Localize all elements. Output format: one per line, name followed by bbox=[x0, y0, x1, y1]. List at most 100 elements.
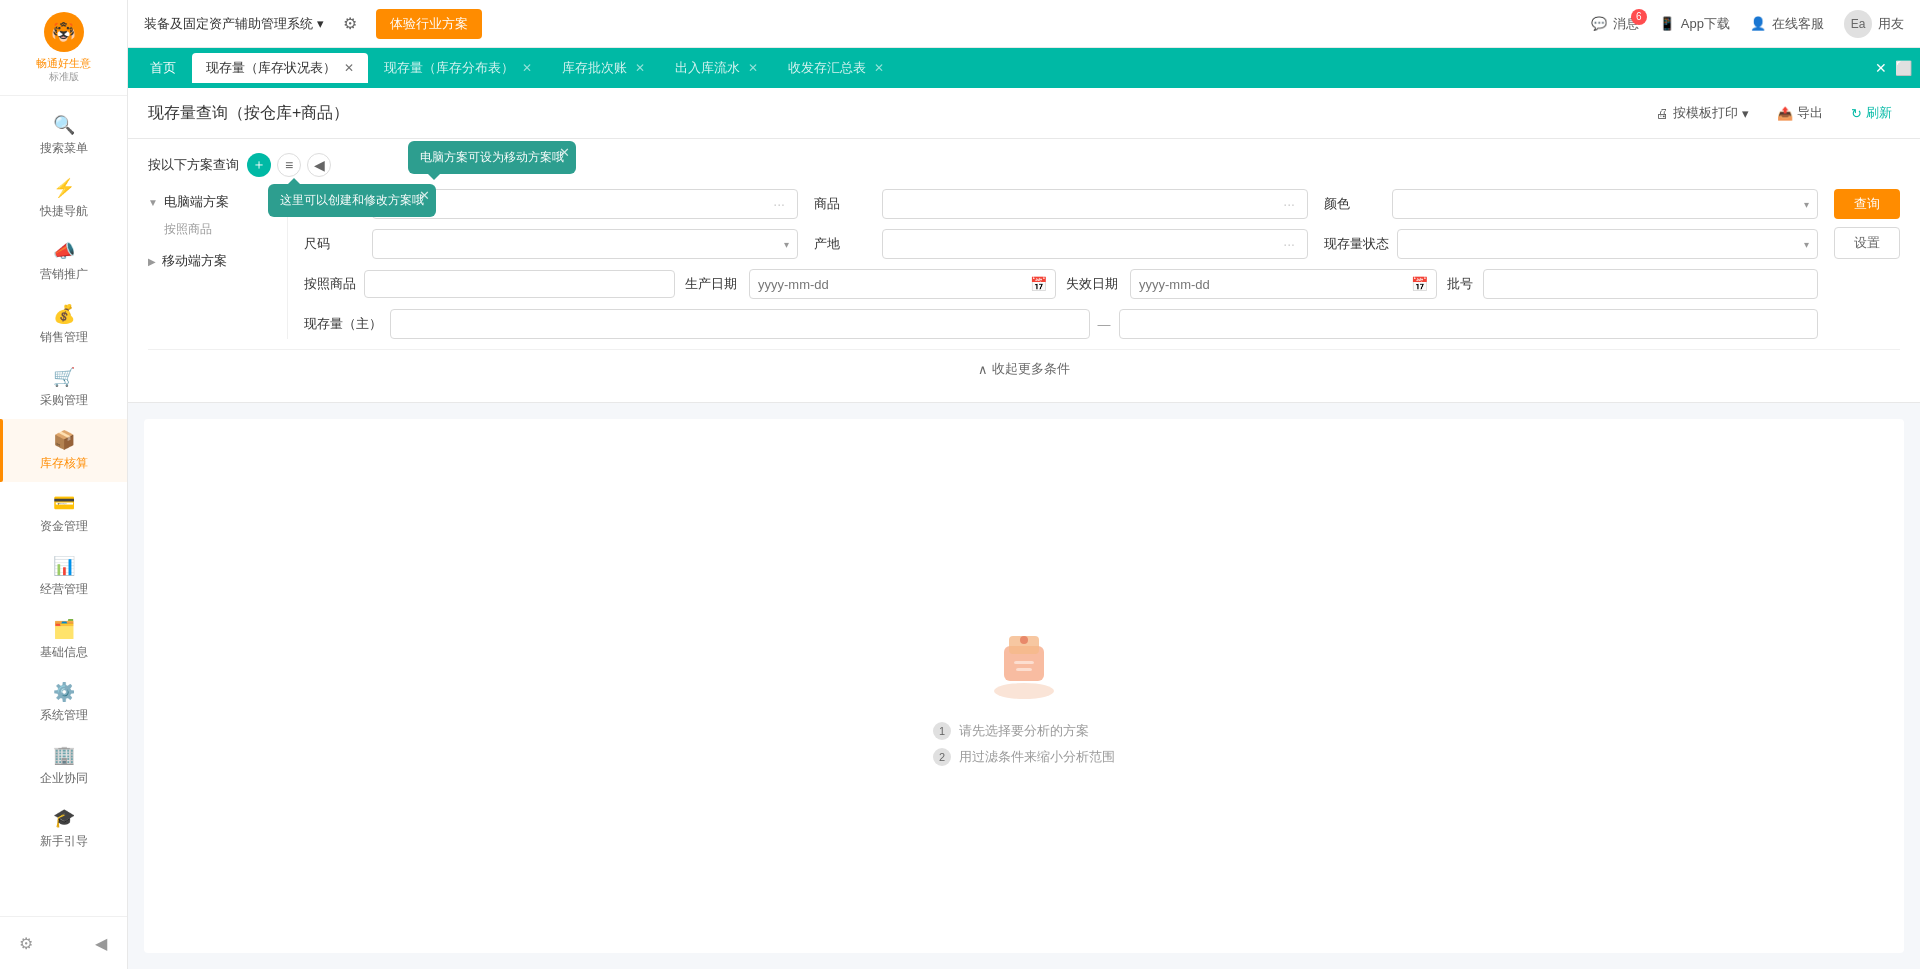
prod-date-start-calendar-icon[interactable]: 📅 bbox=[1030, 276, 1047, 292]
sidebar-item-purchase[interactable]: 🛒 采购管理 bbox=[0, 356, 127, 419]
sidebar-item-inventory[interactable]: 📦 库存核算 bbox=[0, 419, 127, 482]
batch-no-input[interactable] bbox=[1492, 277, 1809, 292]
size-input[interactable] bbox=[381, 237, 784, 252]
trial-button[interactable]: 体验行业方案 bbox=[376, 9, 482, 39]
reset-button[interactable]: 设置 bbox=[1834, 227, 1900, 259]
expire-date-start-calendar-icon[interactable]: 📅 bbox=[1411, 276, 1428, 292]
filter-actions: ＋ ≡ 这里可以创建和修改方案哦 ✕ ◀ 电脑方案可设为移动方案哦 ✕ bbox=[247, 153, 331, 177]
filter-field-goods: 商品 ··· bbox=[814, 189, 1308, 219]
scheme-sub-items-pc: 按照商品 bbox=[148, 219, 275, 240]
goods-type-label: 按照商品 bbox=[304, 275, 356, 293]
settings-footer-icon[interactable]: ⚙ bbox=[12, 929, 40, 957]
sidebar-item-quick-nav[interactable]: ⚡ 快捷导航 bbox=[0, 167, 127, 230]
color-dropdown-icon[interactable]: ▾ bbox=[1804, 199, 1809, 210]
print-template-button[interactable]: 🖨 按模板打印 ▾ bbox=[1648, 100, 1757, 126]
collapse-sidebar-icon[interactable]: ◀ bbox=[87, 929, 115, 957]
expire-date-control[interactable]: 📅 bbox=[1130, 269, 1437, 299]
size-label: 尺码 bbox=[304, 235, 364, 253]
add-scheme-button[interactable]: ＋ bbox=[247, 153, 271, 177]
close-all-tabs-icon[interactable]: ✕ bbox=[1875, 60, 1887, 76]
tab-inventory-status[interactable]: 现存量（库存状况表） ✕ bbox=[192, 53, 368, 83]
expire-date-start-input[interactable] bbox=[1139, 277, 1407, 292]
goods-label: 商品 bbox=[814, 195, 874, 213]
marketing-icon: 📣 bbox=[53, 240, 75, 262]
tab-batch-account[interactable]: 库存批次账 ✕ bbox=[548, 53, 659, 83]
collapse-button[interactable]: ∧ 收起更多条件 bbox=[978, 360, 1070, 378]
tab-close-inventory-distribution[interactable]: ✕ bbox=[522, 61, 532, 75]
online-support-action[interactable]: 👤 在线客服 bbox=[1750, 15, 1824, 33]
origin-control[interactable]: ··· bbox=[882, 229, 1308, 259]
size-control[interactable]: ▾ bbox=[372, 229, 798, 259]
sidebar-item-sales[interactable]: 💰 销售管理 bbox=[0, 293, 127, 356]
goods-more-icon[interactable]: ··· bbox=[1279, 196, 1299, 212]
batch-no-control[interactable] bbox=[1483, 269, 1818, 299]
stock-qty-max-control[interactable] bbox=[1119, 309, 1819, 339]
color-input[interactable] bbox=[1401, 197, 1804, 212]
sidebar-item-basic[interactable]: 🗂️ 基础信息 bbox=[0, 608, 127, 671]
search-buttons-area: 查询 设置 bbox=[1834, 189, 1900, 339]
basic-icon: 🗂️ bbox=[53, 618, 75, 640]
warehouse-input[interactable] bbox=[381, 197, 769, 212]
sidebar-item-system[interactable]: ⚙️ 系统管理 bbox=[0, 671, 127, 734]
stock-qty-min-input[interactable] bbox=[399, 317, 1081, 332]
sidebar-item-marketing[interactable]: 📣 营销推广 bbox=[0, 230, 127, 293]
filter-fields: 仓库 ··· 商品 ··· bbox=[304, 189, 1818, 339]
sidebar-item-finance[interactable]: 💳 资金管理 bbox=[0, 482, 127, 545]
goods-control[interactable]: ··· bbox=[882, 189, 1308, 219]
maximize-icon[interactable]: ⬜ bbox=[1895, 60, 1912, 76]
warehouse-more-icon[interactable]: ··· bbox=[769, 196, 789, 212]
origin-input[interactable] bbox=[891, 237, 1279, 252]
message-icon: 💬 bbox=[1591, 16, 1607, 31]
goods-type-control[interactable] bbox=[364, 270, 675, 298]
sidebar-item-guide[interactable]: 🎓 新手引导 bbox=[0, 797, 127, 860]
edit-scheme-button[interactable]: ≡ 这里可以创建和修改方案哦 ✕ bbox=[277, 153, 301, 177]
tab-recv-summary[interactable]: 收发存汇总表 ✕ bbox=[774, 53, 898, 83]
color-label: 颜色 bbox=[1324, 195, 1384, 213]
sidebar-item-enterprise[interactable]: 🏢 企业协同 bbox=[0, 734, 127, 797]
main-content: 装备及固定资产辅助管理系统 ▾ ⚙ 体验行业方案 💬 消息 6 📱 App下载 … bbox=[128, 0, 1920, 969]
tab-close-recv-summary[interactable]: ✕ bbox=[874, 61, 884, 75]
tooltip1-close-icon[interactable]: ✕ bbox=[559, 145, 570, 160]
tab-close-inventory-status[interactable]: ✕ bbox=[344, 61, 354, 75]
messages-action[interactable]: 💬 消息 6 bbox=[1591, 15, 1639, 33]
filter-field-color: 颜色 ▾ bbox=[1324, 189, 1818, 219]
system-title-dropdown[interactable]: 装备及固定资产辅助管理系统 ▾ bbox=[144, 15, 324, 33]
guide-icon: 🎓 bbox=[53, 807, 75, 829]
stock-qty-min-control[interactable] bbox=[390, 309, 1090, 339]
prev-scheme-button[interactable]: ◀ bbox=[307, 153, 331, 177]
export-button[interactable]: 📤 导出 bbox=[1769, 100, 1831, 126]
origin-more-icon[interactable]: ··· bbox=[1279, 236, 1299, 252]
tooltip2-close-icon[interactable]: ✕ bbox=[419, 188, 430, 203]
scheme-item-mobile[interactable]: ▶ 移动端方案 bbox=[148, 248, 275, 274]
tab-inventory-distribution[interactable]: 现存量（库存分布表） ✕ bbox=[370, 53, 546, 83]
color-control[interactable]: ▾ bbox=[1392, 189, 1818, 219]
goods-input[interactable] bbox=[891, 197, 1279, 212]
prod-date-start-input[interactable] bbox=[758, 277, 1026, 292]
filter-field-stock-status: 现存量状态 ▾ bbox=[1324, 229, 1818, 259]
svg-rect-4 bbox=[1014, 661, 1034, 664]
refresh-button[interactable]: ↻ 刷新 bbox=[1843, 100, 1900, 126]
sidebar-item-search[interactable]: 🔍 搜索菜单 bbox=[0, 104, 127, 167]
search-button[interactable]: 查询 bbox=[1834, 189, 1900, 219]
tab-close-batch-account[interactable]: ✕ bbox=[635, 61, 645, 75]
logo-text: 畅通好生意 标准版 bbox=[36, 56, 91, 83]
app-download-action[interactable]: 📱 App下载 bbox=[1659, 15, 1730, 33]
header-settings-icon[interactable]: ⚙ bbox=[336, 10, 364, 38]
svg-rect-5 bbox=[1016, 668, 1032, 671]
tab-inout-flow[interactable]: 出入库流水 ✕ bbox=[661, 53, 772, 83]
stock-status-dropdown-icon[interactable]: ▾ bbox=[1804, 239, 1809, 250]
sidebar-item-operation[interactable]: 📊 经营管理 bbox=[0, 545, 127, 608]
size-dropdown-icon[interactable]: ▾ bbox=[784, 239, 789, 250]
tab-close-inout-flow[interactable]: ✕ bbox=[748, 61, 758, 75]
tab-home[interactable]: 首页 bbox=[136, 53, 190, 83]
expire-date-label: 失效日期 bbox=[1066, 275, 1122, 293]
scheme-item-pc[interactable]: ▼ 电脑端方案 bbox=[148, 189, 275, 215]
stock-qty-label: 现存量（主） bbox=[304, 315, 382, 333]
stock-status-input[interactable] bbox=[1406, 237, 1804, 252]
prod-date-control[interactable]: 📅 bbox=[749, 269, 1056, 299]
goods-type-input[interactable] bbox=[373, 277, 666, 292]
user-menu[interactable]: Ea 用友 bbox=[1844, 10, 1904, 38]
stock-status-control[interactable]: ▾ bbox=[1397, 229, 1818, 259]
scheme-sub-item[interactable]: 按照商品 bbox=[164, 219, 275, 240]
stock-qty-max-input[interactable] bbox=[1128, 317, 1810, 332]
